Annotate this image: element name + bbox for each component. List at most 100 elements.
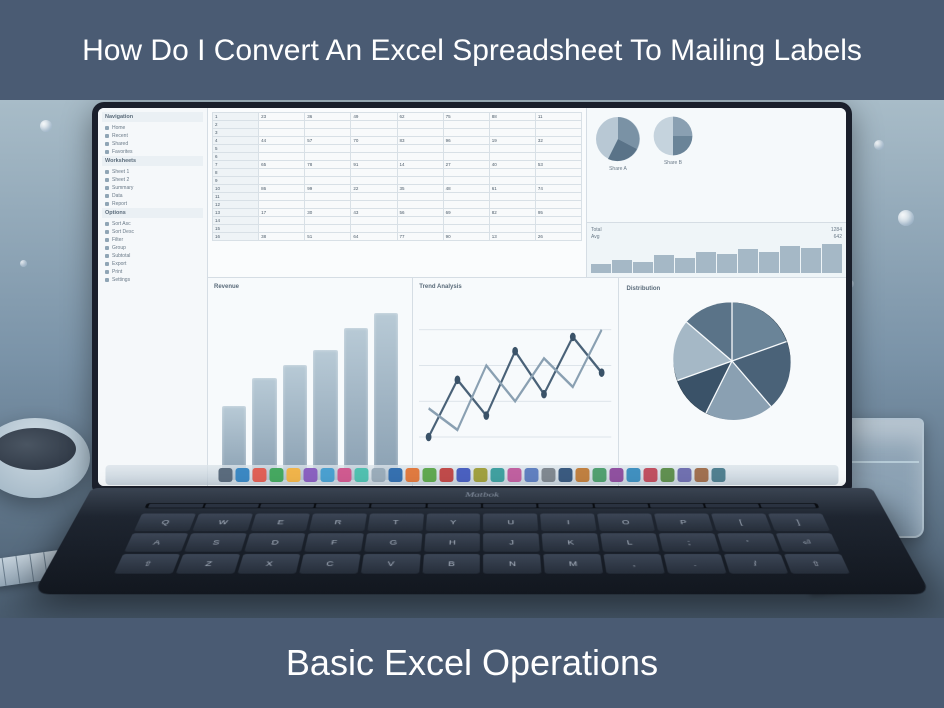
cell[interactable] [535,121,581,129]
cell[interactable]: 13 [213,209,259,217]
cell[interactable]: 77 [397,233,443,241]
cell[interactable] [443,121,489,129]
cell[interactable]: 64 [351,233,397,241]
sidebar-item[interactable]: Sort Asc [102,220,203,228]
cell[interactable]: 74 [535,185,581,193]
cell[interactable]: 90 [443,233,489,241]
cell[interactable] [397,129,443,137]
cell[interactable] [489,225,535,233]
sidebar-item[interactable]: Filter [102,236,203,244]
cell[interactable] [351,121,397,129]
cell[interactable]: 3 [213,129,259,137]
cell[interactable] [305,225,351,233]
cell[interactable] [535,193,581,201]
dock-app-icon[interactable] [644,468,658,482]
cell[interactable] [535,201,581,209]
dock-app-icon[interactable] [661,468,675,482]
cell[interactable]: 38 [259,233,305,241]
cell[interactable] [305,121,351,129]
cell[interactable]: 11 [213,193,259,201]
cell[interactable]: 14 [397,161,443,169]
cell[interactable]: 44 [259,137,305,145]
dock-app-icon[interactable] [236,468,250,482]
cell[interactable] [535,169,581,177]
cell[interactable] [397,177,443,185]
cell[interactable]: 7 [213,161,259,169]
dock-app-icon[interactable] [576,468,590,482]
cell[interactable] [489,217,535,225]
cell[interactable] [489,193,535,201]
dock-app-icon[interactable] [287,468,301,482]
cell[interactable] [489,153,535,161]
cell[interactable] [305,145,351,153]
cell[interactable]: 96 [443,137,489,145]
cell[interactable]: 16 [213,233,259,241]
cell[interactable] [305,217,351,225]
cell[interactable] [489,177,535,185]
cell[interactable] [535,153,581,161]
cell[interactable]: 12 [213,201,259,209]
dock-app-icon[interactable] [338,468,352,482]
dock-app-icon[interactable] [678,468,692,482]
cell[interactable] [535,129,581,137]
cell[interactable]: 95 [535,209,581,217]
cell[interactable]: 56 [397,209,443,217]
cell[interactable]: 51 [305,233,351,241]
cell[interactable]: 2 [213,121,259,129]
dock-app-icon[interactable] [321,468,335,482]
cell[interactable]: 91 [351,161,397,169]
sidebar-item[interactable]: Favorites [102,148,203,156]
cell[interactable]: 65 [259,161,305,169]
sidebar-item[interactable]: Recent [102,132,203,140]
dock-app-icon[interactable] [627,468,641,482]
cell[interactable]: 6 [213,153,259,161]
sidebar-item[interactable]: Export [102,260,203,268]
cell[interactable] [259,177,305,185]
cell[interactable] [443,153,489,161]
cell[interactable]: 78 [305,161,351,169]
dock-app-icon[interactable] [219,468,233,482]
cell[interactable] [489,145,535,153]
cell[interactable] [351,169,397,177]
dock-app-icon[interactable] [712,468,726,482]
cell[interactable]: 40 [489,161,535,169]
cell[interactable] [443,145,489,153]
sidebar-item[interactable]: Sheet 2 [102,176,203,184]
cell[interactable]: 8 [213,169,259,177]
cell[interactable]: 69 [443,209,489,217]
cell[interactable] [305,169,351,177]
sidebar-item[interactable]: Print [102,268,203,276]
cell[interactable] [535,145,581,153]
cell[interactable]: 35 [397,185,443,193]
cell[interactable] [351,153,397,161]
dock-app-icon[interactable] [423,468,437,482]
cell[interactable] [489,169,535,177]
cell[interactable]: 61 [489,185,535,193]
cell[interactable]: 27 [443,161,489,169]
cell[interactable] [259,201,305,209]
cell[interactable]: 70 [351,137,397,145]
dock-app-icon[interactable] [270,468,284,482]
cell[interactable]: 10 [213,185,259,193]
cell[interactable] [351,193,397,201]
dock-app-icon[interactable] [389,468,403,482]
sidebar-item[interactable]: Data [102,192,203,200]
cell[interactable] [397,153,443,161]
cell[interactable] [305,201,351,209]
cell[interactable] [443,193,489,201]
cell[interactable]: 17 [259,209,305,217]
dock-app-icon[interactable] [457,468,471,482]
cell[interactable]: 48 [443,185,489,193]
cell[interactable] [443,217,489,225]
cell[interactable]: 13 [489,233,535,241]
cell[interactable]: 75 [443,113,489,121]
sidebar-item[interactable]: Summary [102,184,203,192]
cell[interactable] [351,201,397,209]
cell[interactable] [443,169,489,177]
cell[interactable] [259,121,305,129]
cell[interactable]: 49 [351,113,397,121]
sidebar-item[interactable]: Sort Desc [102,228,203,236]
cell[interactable] [397,169,443,177]
cell[interactable] [305,129,351,137]
cell[interactable] [259,225,305,233]
